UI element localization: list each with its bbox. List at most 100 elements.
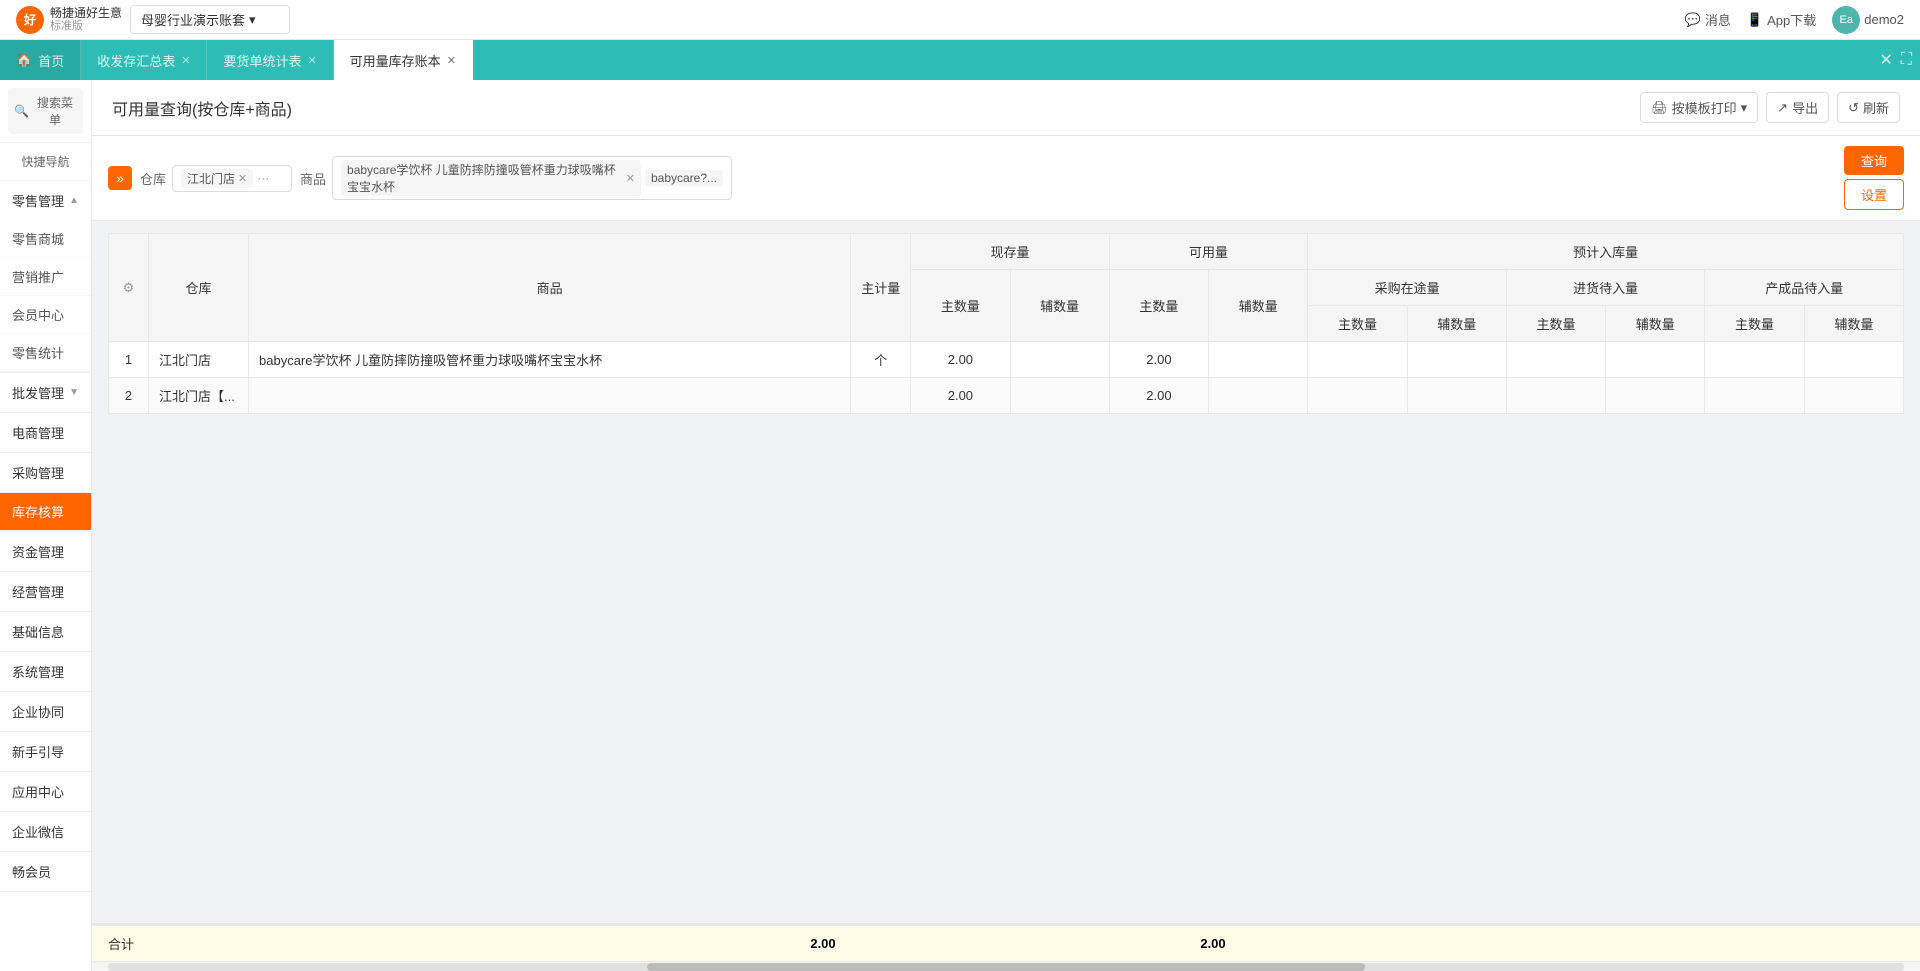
query-button[interactable]: 查询	[1844, 146, 1904, 175]
product-input[interactable]: babycare学饮杯 儿童防摔防撞吸管杯重力球吸嘴杯宝宝水杯 ✕ babyca…	[332, 156, 732, 200]
sidebar-group-collab-header[interactable]: 企业协同	[0, 692, 91, 731]
scrollbar-track	[108, 963, 1904, 971]
footer-total-row: 合计 2.00 2.00	[92, 925, 1920, 961]
settings-icon[interactable]: ⚙	[123, 280, 135, 295]
cell-purchase-aux	[1407, 342, 1506, 378]
tab-available-stock-close[interactable]: ✕	[447, 54, 456, 67]
cell-available-main: 2.00	[1109, 342, 1208, 378]
footer-label: 合计	[108, 934, 188, 953]
sidebar-group-retail-header[interactable]: 零售管理 ▲	[0, 181, 91, 220]
settings-button[interactable]: 设置	[1844, 179, 1904, 210]
th-main-unit: 主计量	[851, 234, 911, 342]
cell-finished-aux	[1804, 378, 1903, 414]
product-tag-1: babycare学饮杯 儿童防摔防撞吸管杯重力球吸嘴杯宝宝水杯 ✕	[341, 160, 641, 196]
sidebar-group-wechat-header[interactable]: 企业微信	[0, 812, 91, 851]
user-profile[interactable]: Ea demo2	[1832, 6, 1904, 34]
cell-goods-main	[1506, 378, 1605, 414]
warehouse-input[interactable]: 江北门店 ✕ ···	[172, 165, 292, 192]
tab-bar: 🏠 首页 收发存汇总表 ✕ 要货单统计表 ✕ 可用量库存账本 ✕ ✕ ⛶	[0, 40, 1920, 80]
th-planned-in: 预计入库量	[1308, 234, 1904, 270]
tab-receive[interactable]: 收发存汇总表 ✕	[81, 40, 207, 80]
sidebar-group-wechat: 企业微信	[0, 812, 91, 852]
sidebar-item-member[interactable]: 会员中心	[0, 296, 91, 334]
cell-goods-aux	[1606, 342, 1705, 378]
th-finished-goods: 产成品待入量	[1705, 270, 1904, 306]
chevron-down-icon: ▼	[69, 387, 79, 398]
sidebar-group-ecom-header[interactable]: 电商管理	[0, 413, 91, 452]
sidebar-group-newbie: 新手引导	[0, 732, 91, 772]
filter-actions: 查询 设置	[1844, 146, 1904, 210]
logo-text: 畅捷通好生意 标准版	[50, 6, 122, 34]
tab-fullscreen[interactable]: ⛶	[1901, 51, 1912, 69]
template-print-button[interactable]: 🖨 按模板打印 ▾	[1640, 92, 1758, 123]
refresh-icon: ↺	[1848, 100, 1859, 116]
cell-warehouse: 江北门店	[149, 342, 249, 378]
logo-icon: 好	[16, 6, 44, 34]
cell-seq: 2	[109, 378, 149, 414]
home-icon: 🏠	[16, 52, 32, 68]
sidebar-group-finance: 资金管理	[0, 532, 91, 572]
sidebar-group-collab: 企业协同	[0, 692, 91, 732]
sidebar-group-retail: 零售管理 ▲ 零售商城 营销推广 会员中心 零售统计	[0, 181, 91, 373]
cell-product	[249, 378, 851, 414]
cell-purchase-main	[1308, 378, 1407, 414]
message-button[interactable]: 💬 消息	[1685, 10, 1731, 29]
industry-selector[interactable]: 母婴行业演示账套 ▾	[130, 5, 290, 34]
sidebar-group-ecom: 电商管理	[0, 413, 91, 453]
tab-order-stats[interactable]: 要货单统计表 ✕	[207, 40, 333, 80]
scrollbar-thumb[interactable]	[647, 963, 1365, 971]
avatar: Ea	[1832, 6, 1860, 34]
main-layout: 🔍 搜索菜单 快捷导航 零售管理 ▲ 零售商城 营销推广 会员中心 零售统计 批…	[0, 80, 1920, 971]
top-bar-right: 💬 消息 📱 App下载 Ea demo2	[1685, 6, 1904, 34]
sidebar-group-appstore-header[interactable]: 应用中心	[0, 772, 91, 811]
warehouse-tag-close[interactable]: ✕	[238, 172, 247, 185]
cell-available-aux	[1209, 378, 1308, 414]
product-tag-2: babycare?...	[645, 170, 723, 186]
th-settings: ⚙	[109, 234, 149, 342]
sidebar-item-inventory[interactable]: 库存核算	[0, 493, 91, 531]
table-footer: 合计 2.00 2.00	[92, 923, 1920, 961]
tab-order-stats-close[interactable]: ✕	[307, 54, 316, 67]
th-warehouse: 仓库	[149, 234, 249, 342]
cell-unit	[851, 378, 911, 414]
sidebar-group-basic: 基础信息	[0, 612, 91, 652]
sidebar-group-newbie-header[interactable]: 新手引导	[0, 732, 91, 771]
warehouse-tag: 江北门店 ✕	[181, 169, 253, 188]
table-container: ⚙ 仓库 商品 主计量 现存量 可用量 预计入库量 主数量 辅数量 主数量 辅数…	[92, 221, 1920, 923]
export-button[interactable]: ↗ 导出	[1766, 92, 1829, 123]
chevron-down-icon: ▾	[249, 12, 256, 28]
tab-available-stock[interactable]: 可用量库存账本 ✕	[334, 40, 473, 80]
tab-receive-close[interactable]: ✕	[181, 54, 190, 67]
sidebar-group-ops-header[interactable]: 经营管理	[0, 572, 91, 611]
sidebar-quick-nav[interactable]: 快捷导航	[0, 143, 91, 181]
search-menu-button[interactable]: 🔍 搜索菜单	[8, 88, 83, 134]
sidebar-item-retail-mall[interactable]: 零售商城	[0, 220, 91, 258]
sidebar-search-area: 🔍 搜索菜单	[0, 80, 91, 143]
warehouse-more[interactable]: ···	[257, 171, 269, 185]
th-goods-aux: 辅数量	[1606, 306, 1705, 342]
app-icon: 📱	[1747, 12, 1763, 28]
sidebar-group-basic-header[interactable]: 基础信息	[0, 612, 91, 651]
tab-close-all[interactable]: ✕	[1879, 50, 1892, 70]
expand-icon: »	[116, 170, 124, 186]
content-area: 可用量查询(按仓库+商品) 🖨 按模板打印 ▾ ↗ 导出 ↺ 刷新	[92, 80, 1920, 971]
sidebar-group-wholesale-header[interactable]: 批发管理 ▼	[0, 373, 91, 412]
filter-expand-button[interactable]: »	[108, 166, 132, 190]
data-table: ⚙ 仓库 商品 主计量 现存量 可用量 预计入库量 主数量 辅数量 主数量 辅数…	[108, 233, 1904, 414]
product-tag-1-close[interactable]: ✕	[626, 172, 635, 185]
page-title: 可用量查询(按仓库+商品)	[112, 96, 292, 120]
sidebar-item-marketing[interactable]: 营销推广	[0, 258, 91, 296]
tab-home[interactable]: 🏠 首页	[0, 40, 81, 80]
sidebar-item-retail-stats[interactable]: 零售统计	[0, 334, 91, 372]
sidebar-group-finance-header[interactable]: 资金管理	[0, 532, 91, 571]
cell-current-main: 2.00	[911, 378, 1010, 414]
sidebar-group-purchase-header[interactable]: 采购管理	[0, 453, 91, 492]
app-download-button[interactable]: 📱 App下载	[1747, 10, 1816, 29]
print-icon: 🖨	[1651, 100, 1668, 116]
sidebar-group-system: 系统管理	[0, 652, 91, 692]
cell-warehouse: 江北门店【...	[149, 378, 249, 414]
sidebar-group-chany-header[interactable]: 畅会员	[0, 852, 91, 891]
refresh-button[interactable]: ↺ 刷新	[1837, 92, 1900, 123]
scrollbar-area	[92, 961, 1920, 971]
sidebar-group-system-header[interactable]: 系统管理	[0, 652, 91, 691]
